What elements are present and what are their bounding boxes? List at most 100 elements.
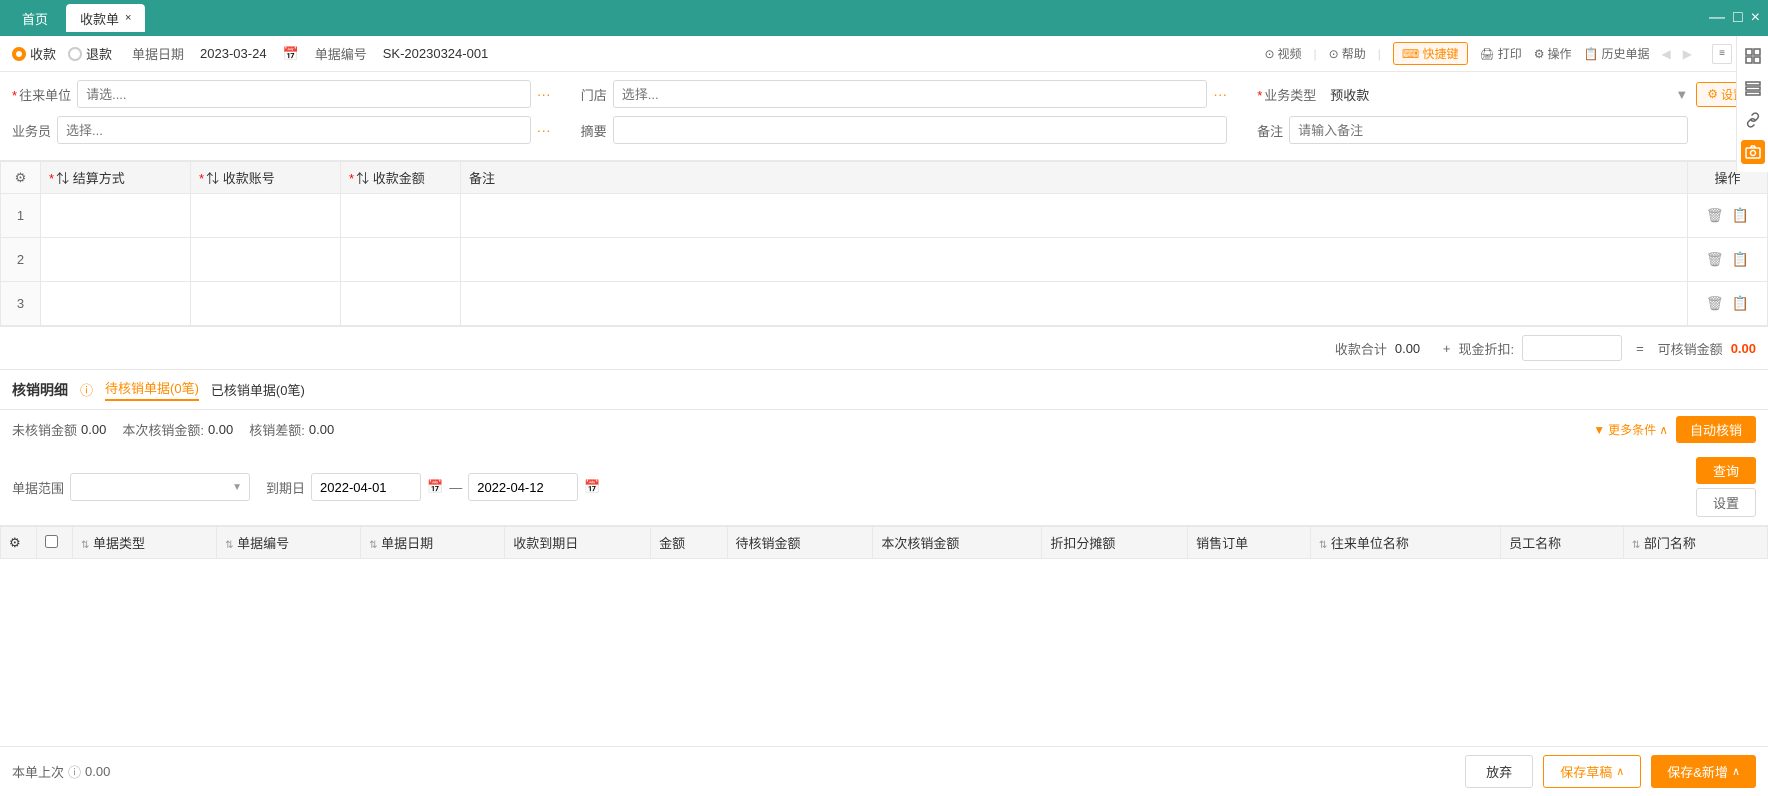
delete-row-3-icon[interactable]: 🗑 [1706, 295, 1724, 312]
row-1-account[interactable] [191, 194, 341, 238]
summary-label: 摘要 [581, 121, 607, 140]
sidebar-link-btn[interactable] [1741, 108, 1765, 132]
tab-current[interactable]: 收款单 × [66, 4, 145, 32]
sidebar-list-icon [1745, 80, 1761, 96]
row-num-2: 2 [1, 238, 41, 282]
summary-input[interactable] [613, 116, 1227, 144]
row-2-account[interactable] [191, 238, 341, 282]
operation-action[interactable]: ⚙ 操作 [1534, 45, 1572, 62]
amount-input-2[interactable] [349, 247, 452, 273]
abandon-btn[interactable]: 放弃 [1465, 755, 1533, 788]
row-1-remarks[interactable] [461, 194, 1688, 238]
partner-more-btn[interactable]: ··· [537, 86, 551, 102]
row-3-amount[interactable] [341, 282, 461, 326]
salesperson-more-btn[interactable]: ··· [537, 122, 551, 138]
salesperson-input[interactable] [57, 116, 531, 144]
tab-close-icon[interactable]: × [125, 12, 131, 24]
sidebar-list-btn[interactable] [1741, 76, 1765, 100]
account-input-3[interactable] [199, 291, 332, 317]
row-1-settlement[interactable] [41, 194, 191, 238]
calendar-icon[interactable]: 📅 [283, 46, 299, 62]
items-table-section: ⚙ ⇅ 结算方式 ⇅ 收款账号 ⇅ 收款金额 备注 [0, 161, 1768, 326]
shortcut-btn[interactable]: ⌨ 快捷键 [1393, 42, 1468, 65]
sidebar-table-btn[interactable] [1741, 44, 1765, 68]
partner-field: 往来单位 ··· [12, 80, 551, 108]
table-settings-icon[interactable]: ⚙ [15, 170, 27, 185]
settlement-input-3[interactable] [49, 291, 182, 317]
sidebar-camera-btn[interactable] [1741, 140, 1765, 164]
remarks-label: 备注 [1257, 121, 1283, 140]
discount-input[interactable] [1522, 335, 1622, 361]
copy-row-3-icon[interactable]: 📋 [1732, 295, 1749, 312]
window-close-btn[interactable]: × [1751, 9, 1760, 27]
settlement-input-2[interactable] [49, 247, 182, 273]
vth-current: 本次核销金额 [873, 527, 1042, 559]
receive-radio[interactable]: 收款 [12, 44, 56, 63]
shop-more-btn[interactable]: ··· [1213, 86, 1227, 102]
verification-info-icon[interactable]: ⓘ [80, 380, 93, 399]
remarks-input[interactable] [1289, 116, 1688, 144]
tab-current-label: 收款单 [80, 9, 119, 28]
end-calendar-icon[interactable]: 📅 [584, 479, 600, 495]
account-input-1[interactable] [199, 203, 332, 229]
account-input-2[interactable] [199, 247, 332, 273]
shop-input[interactable] [613, 80, 1207, 108]
row-3-remarks[interactable] [461, 282, 1688, 326]
query-btn[interactable]: 查询 [1696, 457, 1756, 484]
start-calendar-icon[interactable]: 📅 [427, 479, 443, 495]
remarks-input-1[interactable] [469, 203, 1679, 229]
list-view-icon[interactable]: ≡ [1712, 44, 1732, 64]
delete-row-1-icon[interactable]: 🗑 [1706, 207, 1724, 224]
history-label: 历史单据 [1602, 45, 1650, 62]
total-label: 收款合计 [1335, 339, 1387, 358]
copy-row-2-icon[interactable]: 📋 [1732, 251, 1749, 268]
settlement-input-1[interactable] [49, 203, 182, 229]
summary-row: 收款合计 0.00 + 现金折扣: = 可核销金额 0.00 [0, 326, 1768, 369]
due-date-start-input[interactable] [311, 473, 421, 501]
unchecked-stat: 未核销金额 0.00 [12, 420, 106, 439]
copy-row-1-icon[interactable]: 📋 [1732, 207, 1749, 224]
remarks-input-2[interactable] [469, 247, 1679, 273]
save-new-btn[interactable]: 保存&新增 ∧ [1651, 755, 1756, 788]
minimize-btn[interactable]: — [1709, 9, 1725, 27]
row-3-settlement[interactable] [41, 282, 191, 326]
business-type-dropdown-icon[interactable]: ▼ [1675, 87, 1688, 102]
row-2-settlement[interactable] [41, 238, 191, 282]
help-action[interactable]: ⊙ 帮助 [1329, 45, 1366, 62]
select-all-checkbox[interactable] [45, 535, 58, 548]
auto-verify-btn[interactable]: 自动核销 [1676, 416, 1756, 443]
partner-input[interactable] [77, 80, 531, 108]
amount-input-3[interactable] [349, 291, 452, 317]
bottom-info-icon[interactable]: ⓘ [68, 762, 81, 781]
save-draft-btn[interactable]: 保存草稿 ∧ [1543, 755, 1641, 788]
verify-table-settings-icon[interactable]: ⚙ [9, 535, 21, 550]
unchecked-label: 未核销金额 [12, 420, 77, 439]
filter-settings-btn[interactable]: 设置 [1696, 488, 1756, 517]
row-2-amount[interactable] [341, 238, 461, 282]
amount-input-1[interactable] [349, 203, 452, 229]
collapse-icon: ∧ [1659, 423, 1668, 437]
verification-header: 核销明细 ⓘ 待核销单据(0笔) 已核销单据(0笔) [0, 370, 1768, 410]
video-action[interactable]: ⊙ 视频 [1264, 45, 1301, 62]
range-select[interactable] [70, 473, 250, 501]
refund-radio[interactable]: 退款 [68, 44, 112, 63]
verify-table-wrapper: ⚙ ⇅ 单据类型 ⇅ 单据编号 [0, 526, 1768, 746]
vth-dept: ⇅ 部门名称 [1623, 527, 1767, 559]
history-action[interactable]: 📋 历史单据 [1584, 45, 1650, 62]
tab-home[interactable]: 首页 [8, 4, 62, 32]
row-3-account[interactable] [191, 282, 341, 326]
vth-pending: 待核销金额 [727, 527, 873, 559]
delete-row-2-icon[interactable]: 🗑 [1706, 251, 1724, 268]
bottom-actions: 放弃 保存草稿 ∧ 保存&新增 ∧ [1465, 755, 1756, 788]
more-conditions-btn[interactable]: ▼ 更多条件 ∧ [1593, 421, 1668, 438]
maximize-btn[interactable]: □ [1733, 9, 1743, 27]
remarks-input-3[interactable] [469, 291, 1679, 317]
print-action[interactable]: 🖨 打印 [1480, 45, 1522, 62]
save-new-label: 保存&新增 [1667, 762, 1728, 781]
row-1-amount[interactable] [341, 194, 461, 238]
done-tab[interactable]: 已核销单据(0笔) [211, 380, 305, 399]
pending-tab[interactable]: 待核销单据(0笔) [105, 378, 199, 401]
th-remarks: 备注 [461, 162, 1688, 194]
row-2-remarks[interactable] [461, 238, 1688, 282]
due-date-end-input[interactable] [468, 473, 578, 501]
